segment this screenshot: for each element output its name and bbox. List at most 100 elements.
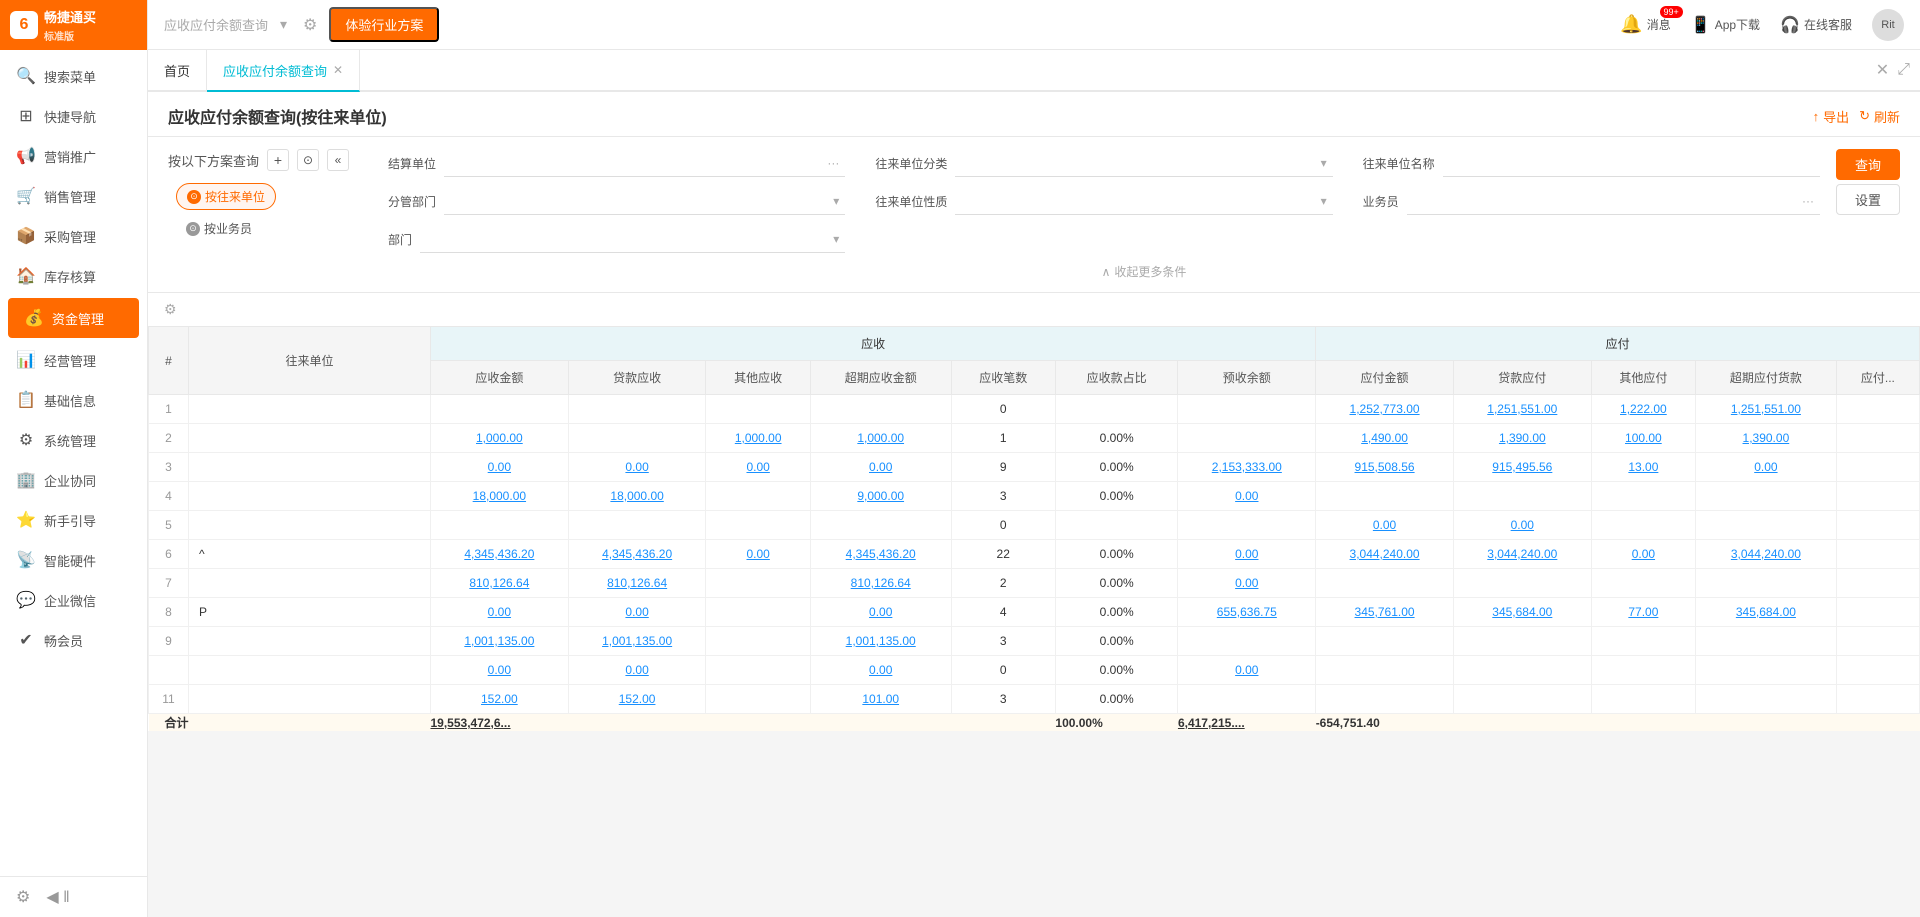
salesperson-input[interactable]: ···	[1407, 187, 1820, 215]
sidebar-item-member[interactable]: ✔ 畅会员	[0, 620, 147, 660]
cell-link[interactable]: 9,000.00	[857, 489, 904, 503]
cell-link[interactable]: 810,126.64	[469, 576, 529, 590]
query-button[interactable]: 查询	[1836, 149, 1900, 180]
collapse-icon[interactable]: ◀ ‖	[46, 887, 69, 907]
set-button[interactable]: 设置	[1836, 184, 1900, 215]
partner-name-input[interactable]	[1443, 149, 1820, 177]
tab-close-icon[interactable]: ✕	[333, 63, 343, 77]
cell-link[interactable]: 345,761.00	[1355, 605, 1415, 619]
sidebar-item-enterprise[interactable]: 🏢 企业协同	[0, 460, 147, 500]
dept-supervisor-input[interactable]: ▾	[444, 187, 845, 215]
partner-category-input[interactable]: ▾	[955, 149, 1332, 177]
cell-link[interactable]: 0.00	[625, 663, 648, 677]
cell-link[interactable]: 0.00	[1235, 576, 1258, 590]
cell-link[interactable]: 1,252,773.00	[1350, 402, 1420, 416]
cell-link[interactable]: 18,000.00	[473, 489, 526, 503]
cell-link[interactable]: 810,126.64	[851, 576, 911, 590]
total-ar-prepay[interactable]: 6,417,215....	[1178, 714, 1316, 732]
cell-link[interactable]: 152.00	[619, 692, 656, 706]
cell-link[interactable]: 0.00	[1235, 663, 1258, 677]
filter-scheme-salesperson[interactable]: ⊙ 按业务员	[176, 216, 276, 241]
sidebar-item-search[interactable]: 🔍 搜索菜单	[0, 56, 147, 96]
cell-link[interactable]: 1,390.00	[1499, 431, 1546, 445]
sidebar-item-hardware[interactable]: 📡 智能硬件	[0, 540, 147, 580]
cell-link[interactable]: 101.00	[862, 692, 899, 706]
cell-link[interactable]: 345,684.00	[1736, 605, 1796, 619]
cell-link[interactable]: 1,000.00	[857, 431, 904, 445]
sidebar-item-finance[interactable]: 💰 资金管理	[8, 298, 139, 338]
sidebar-item-system[interactable]: ⚙ 系统管理	[0, 420, 147, 460]
cell-link[interactable]: 4,345,436.20	[846, 547, 916, 561]
sidebar-item-marketing[interactable]: 📢 营销推广	[0, 136, 147, 176]
cell-link[interactable]: 4,345,436.20	[464, 547, 534, 561]
cell-link[interactable]: 810,126.64	[607, 576, 667, 590]
dept-input[interactable]: ▾	[420, 225, 845, 253]
collapse-button[interactable]: ∧ 收起更多条件	[1102, 263, 1187, 280]
cell-link[interactable]: 100.00	[1625, 431, 1662, 445]
cell-link[interactable]: 0.00	[488, 663, 511, 677]
export-button[interactable]: ↑ 导出	[1813, 107, 1850, 126]
cell-link[interactable]: 152.00	[481, 692, 518, 706]
avatar[interactable]: Rit	[1872, 9, 1904, 41]
cell-link[interactable]: 3,044,240.00	[1350, 547, 1420, 561]
cell-link[interactable]: 0.00	[488, 605, 511, 619]
sidebar-item-basic[interactable]: 📋 基础信息	[0, 380, 147, 420]
settings-bottom-icon[interactable]: ⚙	[16, 887, 30, 907]
cell-link[interactable]: 1,001,135.00	[846, 634, 916, 648]
tab-minimize-icon[interactable]: ✕	[1876, 60, 1889, 80]
cell-link[interactable]: 1,390.00	[1743, 431, 1790, 445]
sidebar-item-wechat[interactable]: 💬 企业微信	[0, 580, 147, 620]
cell-link[interactable]: 0.00	[746, 547, 769, 561]
cell-link[interactable]: 1,000.00	[476, 431, 523, 445]
cell-link[interactable]: 345,684.00	[1492, 605, 1552, 619]
cell-link[interactable]: 1,222.00	[1620, 402, 1667, 416]
tab-home[interactable]: 首页	[148, 49, 207, 91]
cell-link[interactable]: 0.00	[1632, 547, 1655, 561]
cell-link[interactable]: 3,044,240.00	[1731, 547, 1801, 561]
cell-link[interactable]: 1,251,551.00	[1487, 402, 1557, 416]
cell-link[interactable]: 18,000.00	[610, 489, 663, 503]
sidebar-item-operations[interactable]: 📊 经营管理	[0, 340, 147, 380]
cell-link[interactable]: 0.00	[1511, 518, 1534, 532]
cell-link[interactable]: 3,044,240.00	[1487, 547, 1557, 561]
filter-collapse-button[interactable]: «	[327, 149, 349, 171]
cell-link[interactable]: 915,495.56	[1492, 460, 1552, 474]
filter-add-button[interactable]: +	[267, 149, 289, 171]
notification-item[interactable]: 🔔 99+ 消息	[1620, 14, 1670, 35]
online-service-item[interactable]: 🎧 在线客服	[1780, 15, 1852, 35]
partner-nature-input[interactable]: ▾	[955, 187, 1332, 215]
cell-link[interactable]: 1,490.00	[1361, 431, 1408, 445]
cell-link[interactable]: 0.00	[488, 460, 511, 474]
cell-link[interactable]: 1,000.00	[735, 431, 782, 445]
cell-link[interactable]: 4,345,436.20	[602, 547, 672, 561]
sidebar-item-quicknav[interactable]: ⊞ 快捷导航	[0, 96, 147, 136]
cell-link[interactable]: 1,001,135.00	[464, 634, 534, 648]
sidebar-item-purchase[interactable]: 📦 采购管理	[0, 216, 147, 256]
cell-link[interactable]: 0.00	[746, 460, 769, 474]
cell-link[interactable]: 0.00	[1235, 547, 1258, 561]
cell-link[interactable]: 0.00	[1373, 518, 1396, 532]
settlement-unit-input[interactable]: ···	[444, 149, 845, 177]
total-ar-amount[interactable]: 19,553,472,6...	[430, 714, 568, 732]
cell-link[interactable]: 0.00	[625, 605, 648, 619]
tab-arreport[interactable]: 应收应付余额查询 ✕	[207, 50, 360, 92]
filter-schema-button[interactable]: ⊙	[297, 149, 319, 171]
sidebar-item-sales[interactable]: 🛒 销售管理	[0, 176, 147, 216]
cell-link[interactable]: 1,251,551.00	[1731, 402, 1801, 416]
refresh-button[interactable]: ↻ 刷新	[1859, 107, 1900, 126]
cell-link[interactable]: 655,636.75	[1217, 605, 1277, 619]
cell-link[interactable]: 0.00	[869, 460, 892, 474]
app-download-item[interactable]: 📱 App下载	[1691, 15, 1760, 35]
tab-maximize-icon[interactable]: ⤢	[1897, 61, 1910, 79]
cell-link[interactable]: 0.00	[869, 663, 892, 677]
cell-link[interactable]: 1,001,135.00	[602, 634, 672, 648]
sidebar-item-guide[interactable]: ⭐ 新手引导	[0, 500, 147, 540]
cell-link[interactable]: 0.00	[1754, 460, 1777, 474]
sidebar-item-inventory[interactable]: 🏠 库存核算	[0, 256, 147, 296]
cell-link[interactable]: 0.00	[625, 460, 648, 474]
gear-icon[interactable]: ⚙	[303, 15, 317, 35]
cell-link[interactable]: 915,508.56	[1355, 460, 1415, 474]
cell-link[interactable]: 0.00	[1235, 489, 1258, 503]
cell-link[interactable]: 77.00	[1628, 605, 1658, 619]
table-settings-icon[interactable]: ⚙	[164, 301, 177, 318]
